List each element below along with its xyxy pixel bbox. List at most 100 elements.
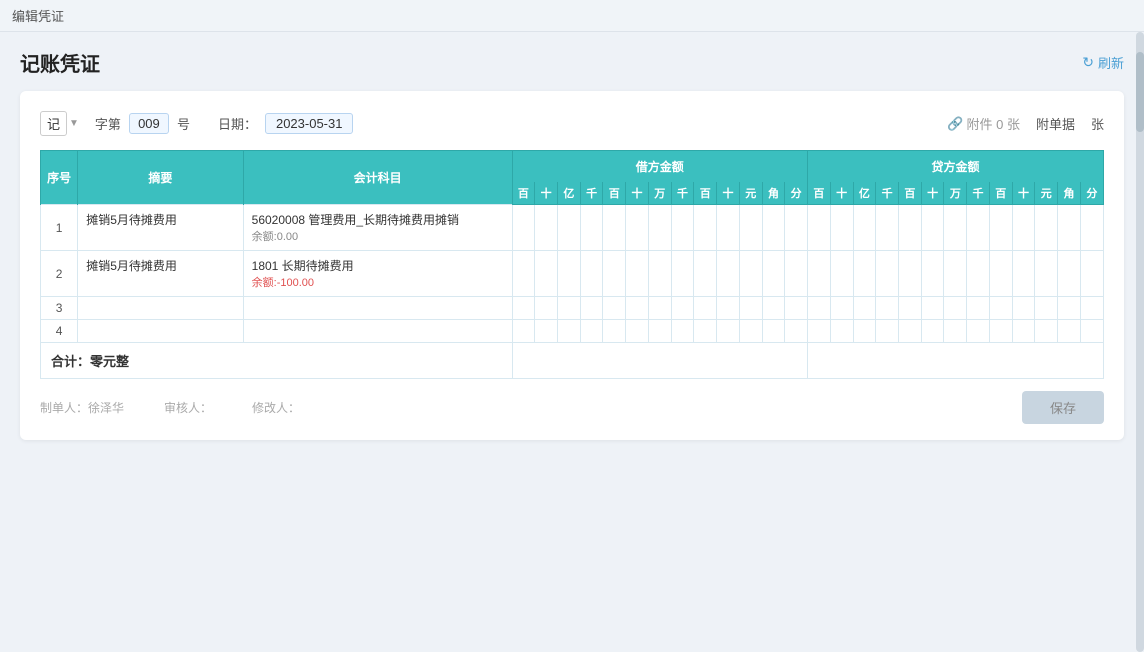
credit-cell-r0-c8[interactable] xyxy=(989,205,1012,251)
debit-cell-r0-c3[interactable] xyxy=(580,205,603,251)
debit-cell-r1-c1[interactable] xyxy=(535,251,558,297)
credit-cell-r1-c6[interactable] xyxy=(944,251,967,297)
credit-cell-r1-c7[interactable] xyxy=(967,251,990,297)
credit-cell-r2-c4[interactable] xyxy=(898,297,921,320)
debit-cell-r3-c0[interactable] xyxy=(512,320,535,343)
credit-cell-r1-c10[interactable] xyxy=(1035,251,1058,297)
debit-cell-r2-c2[interactable] xyxy=(557,297,580,320)
credit-cell-r0-c4[interactable] xyxy=(898,205,921,251)
debit-cell-r3-c1[interactable] xyxy=(535,320,558,343)
credit-cell-r3-c1[interactable] xyxy=(830,320,853,343)
credit-cell-r2-c8[interactable] xyxy=(989,297,1012,320)
debit-cell-r1-c6[interactable] xyxy=(648,251,671,297)
debit-cell-r0-c8[interactable] xyxy=(694,205,717,251)
credit-cell-r1-c8[interactable] xyxy=(989,251,1012,297)
row-account-0[interactable]: 56020008 管理费用_长期待摊费用摊销余额:0.00 xyxy=(243,205,512,251)
credit-cell-r3-c5[interactable] xyxy=(921,320,944,343)
debit-cell-r2-c6[interactable] xyxy=(648,297,671,320)
credit-cell-r0-c0[interactable] xyxy=(808,205,831,251)
scrollbar-thumb[interactable] xyxy=(1136,52,1144,132)
debit-cell-r0-c0[interactable] xyxy=(512,205,535,251)
debit-cell-r3-c5[interactable] xyxy=(626,320,649,343)
credit-cell-r0-c10[interactable] xyxy=(1035,205,1058,251)
debit-cell-r1-c3[interactable] xyxy=(580,251,603,297)
credit-cell-r1-c0[interactable] xyxy=(808,251,831,297)
debit-cell-r1-c0[interactable] xyxy=(512,251,535,297)
credit-cell-r2-c3[interactable] xyxy=(876,297,899,320)
credit-cell-r0-c5[interactable] xyxy=(921,205,944,251)
debit-cell-r3-c10[interactable] xyxy=(739,320,762,343)
debit-cell-r3-c8[interactable] xyxy=(694,320,717,343)
attachment-button[interactable]: 🔗 附件 0 张 xyxy=(947,114,1020,133)
credit-cell-r3-c12[interactable] xyxy=(1080,320,1103,343)
debit-cell-r0-c9[interactable] xyxy=(717,205,740,251)
debit-cell-r2-c11[interactable] xyxy=(762,297,785,320)
refresh-button[interactable]: ↻ 刷新 xyxy=(1082,53,1124,72)
credit-cell-r0-c1[interactable] xyxy=(830,205,853,251)
debit-cell-r1-c10[interactable] xyxy=(739,251,762,297)
credit-cell-r2-c5[interactable] xyxy=(921,297,944,320)
debit-cell-r1-c4[interactable] xyxy=(603,251,626,297)
debit-cell-r3-c7[interactable] xyxy=(671,320,694,343)
debit-cell-r1-c12[interactable] xyxy=(785,251,808,297)
debit-cell-r2-c10[interactable] xyxy=(739,297,762,320)
debit-cell-r3-c3[interactable] xyxy=(580,320,603,343)
credit-cell-r3-c4[interactable] xyxy=(898,320,921,343)
debit-cell-r2-c7[interactable] xyxy=(671,297,694,320)
credit-cell-r0-c7[interactable] xyxy=(967,205,990,251)
credit-cell-r2-c0[interactable] xyxy=(808,297,831,320)
debit-cell-r0-c11[interactable] xyxy=(762,205,785,251)
debit-cell-r1-c5[interactable] xyxy=(626,251,649,297)
credit-cell-r0-c3[interactable] xyxy=(876,205,899,251)
credit-cell-r1-c12[interactable] xyxy=(1080,251,1103,297)
credit-cell-r3-c0[interactable] xyxy=(808,320,831,343)
debit-cell-r0-c10[interactable] xyxy=(739,205,762,251)
credit-cell-r2-c10[interactable] xyxy=(1035,297,1058,320)
debit-cell-r3-c12[interactable] xyxy=(785,320,808,343)
credit-cell-r0-c9[interactable] xyxy=(1012,205,1035,251)
debit-cell-r3-c6[interactable] xyxy=(648,320,671,343)
debit-cell-r2-c0[interactable] xyxy=(512,297,535,320)
credit-cell-r2-c1[interactable] xyxy=(830,297,853,320)
debit-cell-r1-c11[interactable] xyxy=(762,251,785,297)
voucher-type-selector[interactable]: 记 xyxy=(40,111,67,136)
debit-cell-r0-c4[interactable] xyxy=(603,205,626,251)
debit-cell-r2-c4[interactable] xyxy=(603,297,626,320)
credit-cell-r2-c12[interactable] xyxy=(1080,297,1103,320)
row-account-3[interactable] xyxy=(243,320,512,343)
fudanju-button[interactable]: 附单据 xyxy=(1036,114,1075,133)
dropdown-arrow-icon[interactable]: ▼ xyxy=(69,118,79,129)
debit-cell-r3-c9[interactable] xyxy=(717,320,740,343)
debit-cell-r2-c8[interactable] xyxy=(694,297,717,320)
credit-cell-r2-c9[interactable] xyxy=(1012,297,1035,320)
debit-cell-r3-c11[interactable] xyxy=(762,320,785,343)
debit-cell-r2-c3[interactable] xyxy=(580,297,603,320)
credit-cell-r1-c9[interactable] xyxy=(1012,251,1035,297)
row-summary-0[interactable]: 摊销5月待摊费用 xyxy=(78,205,243,251)
credit-cell-r0-c6[interactable] xyxy=(944,205,967,251)
debit-cell-r1-c7[interactable] xyxy=(671,251,694,297)
credit-cell-r0-c2[interactable] xyxy=(853,205,876,251)
credit-cell-r1-c2[interactable] xyxy=(853,251,876,297)
credit-cell-r3-c8[interactable] xyxy=(989,320,1012,343)
debit-cell-r3-c2[interactable] xyxy=(557,320,580,343)
debit-cell-r0-c7[interactable] xyxy=(671,205,694,251)
debit-cell-r2-c5[interactable] xyxy=(626,297,649,320)
credit-cell-r3-c7[interactable] xyxy=(967,320,990,343)
credit-cell-r3-c11[interactable] xyxy=(1058,320,1081,343)
credit-cell-r3-c10[interactable] xyxy=(1035,320,1058,343)
credit-cell-r1-c11[interactable] xyxy=(1058,251,1081,297)
debit-cell-r0-c1[interactable] xyxy=(535,205,558,251)
debit-cell-r2-c12[interactable] xyxy=(785,297,808,320)
debit-cell-r1-c8[interactable] xyxy=(694,251,717,297)
credit-cell-r2-c11[interactable] xyxy=(1058,297,1081,320)
credit-cell-r1-c1[interactable] xyxy=(830,251,853,297)
credit-cell-r1-c4[interactable] xyxy=(898,251,921,297)
voucher-number[interactable]: 009 xyxy=(129,113,169,134)
debit-cell-r1-c2[interactable] xyxy=(557,251,580,297)
credit-cell-r0-c12[interactable] xyxy=(1080,205,1103,251)
debit-cell-r2-c9[interactable] xyxy=(717,297,740,320)
credit-cell-r3-c2[interactable] xyxy=(853,320,876,343)
credit-cell-r3-c3[interactable] xyxy=(876,320,899,343)
debit-cell-r0-c12[interactable] xyxy=(785,205,808,251)
